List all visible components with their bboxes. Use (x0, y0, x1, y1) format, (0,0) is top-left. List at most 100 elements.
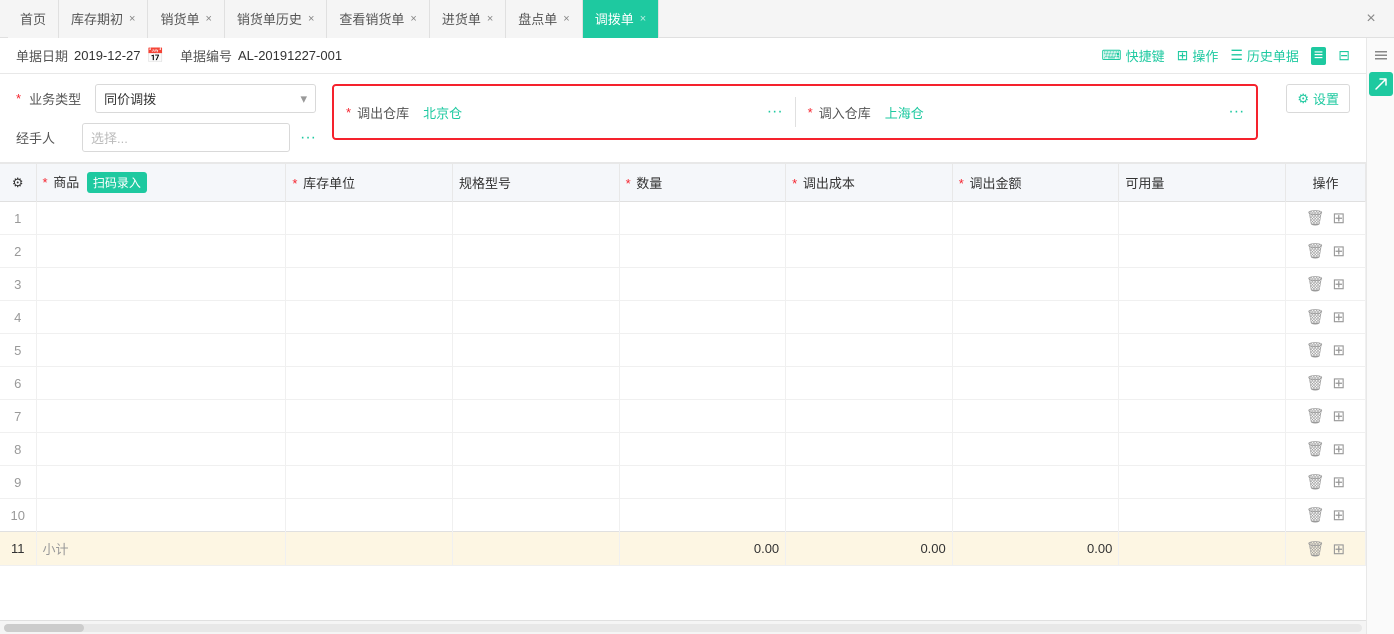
delete-icon[interactable]: 🗑 (1306, 243, 1325, 260)
biz-type-select[interactable]: 同价调拨 ▾ (95, 84, 316, 113)
cost-cell[interactable] (786, 433, 953, 466)
tab-stock-init[interactable]: 库存期初 × (59, 0, 148, 38)
copy-icon[interactable]: ⊞ (1333, 375, 1346, 392)
qty-cell[interactable] (619, 301, 786, 334)
qty-cell[interactable] (619, 400, 786, 433)
tab-transfer[interactable]: 调拨单 × (583, 0, 659, 38)
product-cell[interactable] (36, 433, 286, 466)
copy-icon[interactable]: ⊞ (1333, 408, 1346, 425)
cost-cell[interactable] (786, 400, 953, 433)
amount-cell[interactable] (952, 400, 1119, 433)
spec-cell[interactable] (452, 400, 619, 433)
close-icon[interactable]: × (205, 13, 211, 25)
qty-cell[interactable] (619, 367, 786, 400)
delete-icon[interactable]: 🗑 (1306, 309, 1325, 326)
cost-cell[interactable] (786, 301, 953, 334)
close-icon[interactable]: × (410, 13, 416, 25)
qty-cell[interactable] (619, 268, 786, 301)
qty-cell[interactable] (619, 202, 786, 235)
copy-icon[interactable]: ⊞ (1333, 309, 1346, 326)
qty-cell[interactable] (619, 433, 786, 466)
scan-input-button[interactable]: 扫码录入 (87, 172, 147, 193)
calendar-icon[interactable]: 📅 (147, 47, 164, 64)
tab-inventory[interactable]: 盘点单 × (506, 0, 582, 38)
amount-cell[interactable] (952, 334, 1119, 367)
unit-cell[interactable] (286, 400, 453, 433)
handler-more-button[interactable]: ··· (300, 129, 316, 147)
delete-icon[interactable]: 🗑 (1306, 408, 1325, 425)
spec-cell[interactable] (452, 499, 619, 532)
close-icon[interactable]: × (563, 13, 569, 25)
product-cell[interactable] (36, 466, 286, 499)
spec-cell[interactable] (452, 268, 619, 301)
close-icon[interactable]: × (487, 13, 493, 25)
scroll-thumb[interactable] (4, 624, 84, 632)
delete-icon[interactable]: 🗑 (1306, 375, 1325, 392)
product-cell[interactable] (36, 235, 286, 268)
sidebar-list-icon[interactable] (1369, 44, 1393, 68)
copy-icon[interactable]: ⊞ (1333, 441, 1346, 458)
close-icon[interactable]: × (308, 13, 314, 25)
amount-cell[interactable] (952, 202, 1119, 235)
settings-icon[interactable]: ⚙ (12, 175, 24, 190)
cost-cell[interactable] (786, 367, 953, 400)
delete-icon[interactable]: 🗑 (1306, 342, 1325, 359)
copy-icon[interactable]: ⊞ (1333, 210, 1346, 227)
copy-icon[interactable]: ⊞ (1333, 276, 1346, 293)
unit-cell[interactable] (286, 334, 453, 367)
unit-cell[interactable] (286, 235, 453, 268)
product-cell[interactable] (36, 268, 286, 301)
warehouse-out-more-button[interactable]: ··· (767, 103, 783, 121)
unit-cell[interactable] (286, 466, 453, 499)
sidebar-external-icon[interactable] (1369, 72, 1393, 96)
cost-cell[interactable] (786, 334, 953, 367)
close-icon[interactable]: × (640, 13, 646, 25)
delete-icon[interactable]: 🗑 (1306, 210, 1325, 227)
spec-cell[interactable] (452, 433, 619, 466)
warehouse-in-more-button[interactable]: ··· (1228, 103, 1244, 121)
unit-cell[interactable] (286, 433, 453, 466)
spec-cell[interactable] (452, 235, 619, 268)
amount-cell[interactable] (952, 433, 1119, 466)
product-cell[interactable] (36, 301, 286, 334)
tab-sales[interactable]: 销货单 × (148, 0, 224, 38)
spec-cell[interactable] (452, 202, 619, 235)
qty-cell[interactable] (619, 235, 786, 268)
product-cell[interactable] (36, 367, 286, 400)
copy-icon[interactable]: ⊞ (1333, 474, 1346, 491)
cost-cell[interactable] (786, 466, 953, 499)
delete-icon[interactable]: 🗑 (1306, 541, 1325, 558)
product-cell[interactable] (36, 334, 286, 367)
amount-cell[interactable] (952, 235, 1119, 268)
product-cell[interactable] (36, 499, 286, 532)
product-cell[interactable] (36, 400, 286, 433)
amount-cell[interactable] (952, 499, 1119, 532)
qty-cell[interactable] (619, 499, 786, 532)
unit-cell[interactable] (286, 301, 453, 334)
unit-cell[interactable] (286, 202, 453, 235)
history-action[interactable]: ☰ 历史单据 (1230, 46, 1299, 65)
delete-icon[interactable]: 🗑 (1306, 441, 1325, 458)
spec-cell[interactable] (452, 334, 619, 367)
copy-icon[interactable]: ⊞ (1333, 243, 1346, 260)
unit-cell[interactable] (286, 268, 453, 301)
window-close-button[interactable]: × (1356, 4, 1386, 34)
delete-icon[interactable]: 🗑 (1306, 474, 1325, 491)
settings-button[interactable]: ⚙ 设置 (1286, 84, 1350, 113)
tab-home[interactable]: 首页 (8, 0, 59, 38)
copy-icon[interactable]: ⊞ (1333, 342, 1346, 359)
cost-cell[interactable] (786, 235, 953, 268)
scroll-bar[interactable] (0, 620, 1366, 634)
delete-icon[interactable]: 🗑 (1306, 276, 1325, 293)
unit-cell[interactable] (286, 499, 453, 532)
qty-cell[interactable] (619, 466, 786, 499)
copy-icon[interactable]: ⊞ (1333, 507, 1346, 524)
amount-cell[interactable] (952, 301, 1119, 334)
spec-cell[interactable] (452, 301, 619, 334)
copy-icon[interactable]: ⊞ (1333, 541, 1346, 558)
amount-cell[interactable] (952, 466, 1119, 499)
spec-cell[interactable] (452, 367, 619, 400)
cost-cell[interactable] (786, 268, 953, 301)
product-cell[interactable] (36, 202, 286, 235)
unit-cell[interactable] (286, 367, 453, 400)
